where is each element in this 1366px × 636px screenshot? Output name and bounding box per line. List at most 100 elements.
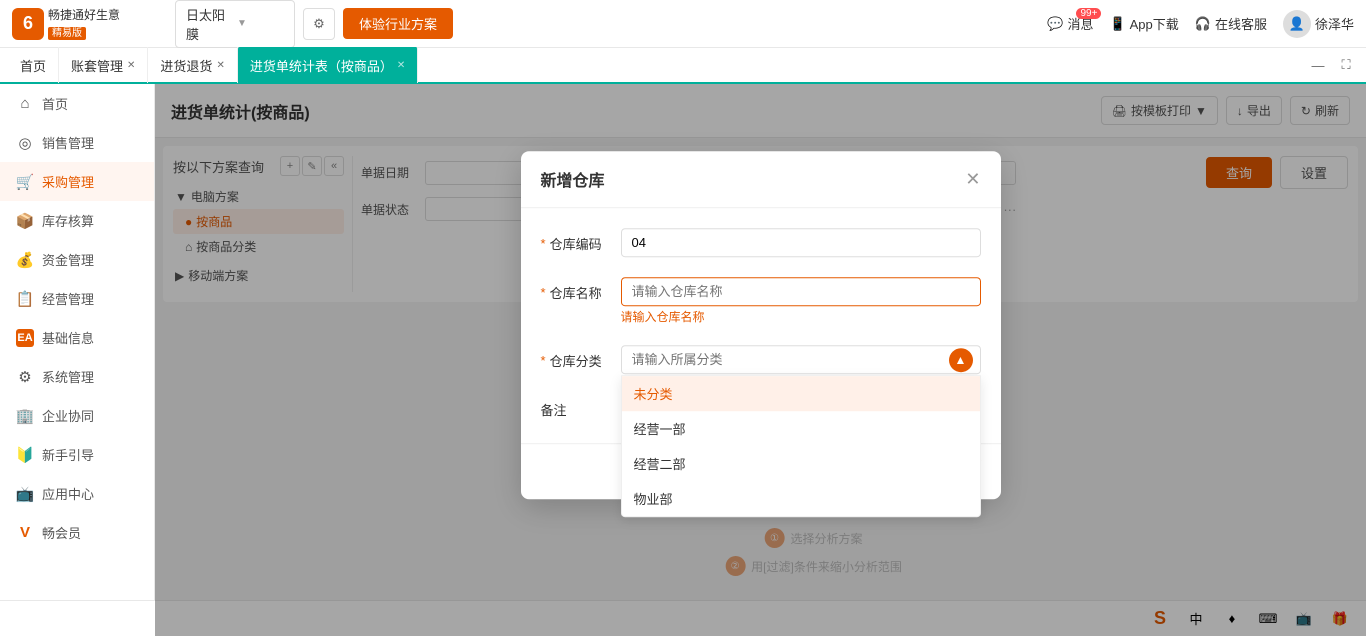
home-icon: ⌂ [16,95,34,113]
sidebar-item-inventory[interactable]: 📦 库存核算 [0,201,154,240]
sidebar-item-basic[interactable]: EA 基础信息 [0,318,154,357]
message-icon: 💬 [1047,16,1063,32]
message-item[interactable]: 💬 消息 99+ [1047,14,1093,33]
name-field: * 仓库名称 请输入仓库名称 [541,277,981,325]
system-icon: ⚙ [16,368,34,386]
tab-accounts[interactable]: 账套管理 ✕ [59,47,148,83]
sidebar-item-enterprise[interactable]: 🏢 企业协同 [0,396,154,435]
sidebar-item-purchase[interactable]: 🛒 采购管理 [0,162,154,201]
tab-stats-label: 进货单统计表（按商品） [250,56,393,75]
sidebar-item-guide[interactable]: 🔰 新手引导 [0,435,154,474]
tab-returns[interactable]: 进货退货 ✕ [148,47,237,83]
sidebar-enterprise-label: 企业协同 [42,406,94,425]
settings-button[interactable]: ⚙ [303,8,335,40]
store-selector-chevron-icon: ▼ [237,18,284,29]
gear-icon: ⚙ [313,16,325,32]
trial-button[interactable]: 体验行业方案 [343,8,453,39]
tab-stats-close-icon[interactable]: ✕ [397,60,405,71]
basic-icon: EA [16,329,34,347]
logo-text: 畅捷通好生意 [48,8,120,24]
sidebar-sales-label: 销售管理 [42,133,94,152]
guide-icon: 🔰 [16,446,34,464]
inventory-icon: 📦 [16,212,34,230]
apps-icon: 📺 [16,485,34,503]
sidebar-basic-label: 基础信息 [42,328,94,347]
store-selector[interactable]: 日太阳膜 ▼ [175,0,295,48]
message-badge: 99+ [1076,8,1101,19]
code-label: * 仓库编码 [541,228,621,253]
dialog-body: * 仓库编码 * 仓库名称 请输入仓库名称 [521,208,1001,443]
sidebar-purchase-label: 采购管理 [42,172,94,191]
tab-returns-close-icon[interactable]: ✕ [216,60,224,71]
required-mark-category: * [541,353,546,368]
name-input[interactable] [621,277,981,306]
sidebar-home-label: 首页 [42,94,68,113]
sidebar-inventory-label: 库存核算 [42,211,94,230]
sidebar-item-sales[interactable]: ◎ 销售管理 [0,123,154,162]
sidebar: ⌂ 首页 ◎ 销售管理 🛒 采购管理 📦 库存核算 💰 资金管理 📋 经营管理 … [0,84,155,636]
sidebar-apps-label: 应用中心 [42,484,94,503]
required-mark-code: * [541,236,546,251]
user-item[interactable]: 👤 徐泽华 [1283,10,1354,38]
category-label: * 仓库分类 [541,345,621,370]
sidebar-guide-label: 新手引导 [42,445,94,464]
name-input-wrapper: 请输入仓库名称 [621,277,981,325]
dialog-title: 新增仓库 [541,167,605,191]
finance-icon: 💰 [16,251,34,269]
avatar: 👤 [1283,10,1311,38]
sidebar-item-finance[interactable]: 💰 资金管理 [0,240,154,279]
member-icon: V [16,524,34,542]
app-logo-icon: 6 [12,8,44,40]
sidebar-item-system[interactable]: ⚙ 系统管理 [0,357,154,396]
dialog-close-button[interactable]: ✕ [965,169,980,190]
phone-icon: 📱 [1109,16,1125,32]
tab-bar: 首页 账套管理 ✕ 进货退货 ✕ 进货单统计表（按商品） ✕ — ⛶ [0,48,1366,84]
tab-accounts-label: 账套管理 [71,56,123,75]
category-input-wrapper: ▲ 未分类 经营一部 经营二部 物业部 [621,345,981,374]
sidebar-item-business[interactable]: 📋 经营管理 [0,279,154,318]
dropdown-item-dept1[interactable]: 经营一部 [622,411,980,446]
enterprise-icon: 🏢 [16,407,34,425]
tab-accounts-close-icon[interactable]: ✕ [127,60,135,71]
sales-icon: ◎ [16,134,34,152]
store-name: 日太阳膜 [186,5,233,43]
dropdown-item-property[interactable]: 物业部 [622,481,980,516]
online-service-label: 在线客服 [1215,14,1267,33]
business-icon: 📋 [16,290,34,308]
sidebar-system-label: 系统管理 [42,367,94,386]
remark-label: 备注 [541,394,621,419]
sidebar-member-label: 畅会员 [42,523,81,542]
sidebar-business-label: 经营管理 [42,289,94,308]
required-mark-name: * [541,285,546,300]
sidebar-item-home[interactable]: ⌂ 首页 [0,84,154,123]
tab-actions: — ⛶ [1306,53,1358,77]
sidebar-finance-label: 资金管理 [42,250,94,269]
username-label: 徐泽华 [1315,14,1354,33]
sidebar-item-apps[interactable]: 📺 应用中心 [0,474,154,513]
category-toggle-button[interactable]: ▲ [949,348,973,372]
name-error-msg: 请输入仓库名称 [621,308,981,325]
purchase-icon: 🛒 [16,173,34,191]
tab-returns-label: 进货退货 [160,56,212,75]
app-download-item[interactable]: 📱 App下载 [1109,14,1178,33]
category-field: * 仓库分类 ▲ 未分类 经营一部 经营二部 物业部 [541,345,981,374]
tab-maximize-button[interactable]: ⛶ [1334,53,1358,77]
tab-home-label: 首页 [20,56,46,75]
name-label: * 仓库名称 [541,277,621,302]
category-dropdown: 未分类 经营一部 经营二部 物业部 [621,375,981,517]
tab-minimize-button[interactable]: — [1306,53,1330,77]
dropdown-item-uncategorized[interactable]: 未分类 [622,376,980,411]
online-service-item[interactable]: 🎧 在线客服 [1195,14,1267,33]
sidebar-item-member[interactable]: V 畅会员 [0,513,154,552]
main-layout: ⌂ 首页 ◎ 销售管理 🛒 采购管理 📦 库存核算 💰 资金管理 📋 经营管理 … [0,84,1366,636]
logo-badge: 精易版 [48,27,86,40]
dropdown-item-dept2[interactable]: 经营二部 [622,446,980,481]
dialog-header: 新增仓库 ✕ [521,151,1001,208]
tab-stats[interactable]: 进货单统计表（按商品） ✕ [238,47,418,83]
header-right: 💬 消息 99+ 📱 App下载 🎧 在线客服 👤 徐泽华 [1047,10,1354,38]
code-input[interactable] [621,228,981,257]
app-download-label: App下载 [1130,14,1179,33]
logo-area: 6 畅捷通好生意 精易版 [12,8,167,40]
category-input[interactable] [621,345,981,374]
tab-home[interactable]: 首页 [8,47,59,83]
